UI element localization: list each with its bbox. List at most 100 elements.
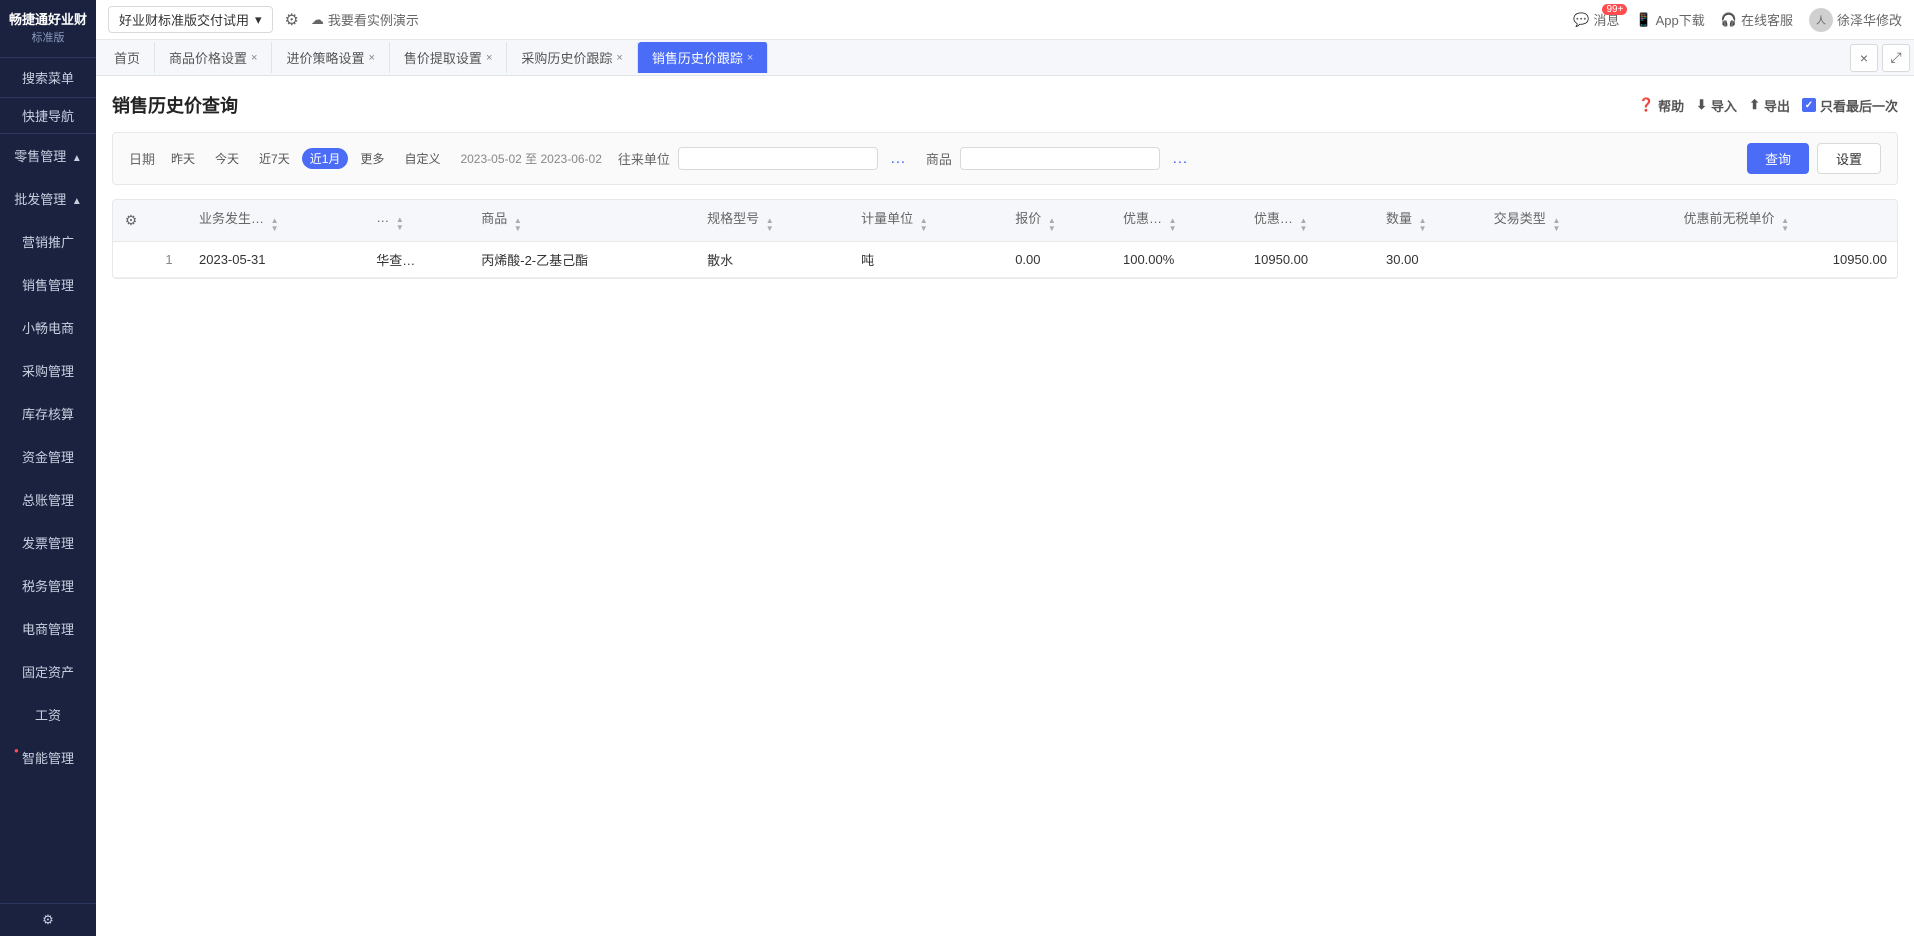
tab-sale-extract-label: 售价提取设置 bbox=[404, 48, 482, 67]
sidebar-search[interactable]: 搜索菜单 bbox=[0, 58, 96, 98]
sidebar-item-finance[interactable]: 资金管理 bbox=[0, 435, 96, 478]
col-product[interactable]: 商品 ▲▼ bbox=[471, 200, 697, 242]
tab-home[interactable]: 首页 bbox=[100, 42, 155, 73]
row-product: 丙烯酸-2-乙基己酯 bbox=[471, 242, 697, 278]
col-trade-type[interactable]: 交易类型 ▲▼ bbox=[1484, 200, 1638, 242]
tab-sale-history-close[interactable]: × bbox=[747, 52, 753, 64]
sidebar-item-label: 零售管理 bbox=[14, 149, 66, 164]
message-button[interactable]: 💬 消息 99+ bbox=[1573, 10, 1619, 29]
user-info[interactable]: 人 徐泽华修改 bbox=[1809, 8, 1902, 32]
date-btn-month1[interactable]: 近1月 bbox=[302, 148, 349, 169]
col-settings: ⚙ bbox=[113, 200, 149, 242]
app-download-label: App下载 bbox=[1656, 10, 1705, 29]
env-dropdown-label: 好业财标准版交付试用 bbox=[119, 10, 249, 29]
sort-icon: ▲▼ bbox=[1169, 217, 1177, 233]
date-btn-more[interactable]: 更多 bbox=[352, 148, 392, 169]
sidebar-item-ecom-small[interactable]: 小畅电商 bbox=[0, 306, 96, 349]
sidebar-item-retail[interactable]: 零售管理 ▲ bbox=[0, 134, 96, 177]
date-btn-week7[interactable]: 近7天 bbox=[251, 148, 298, 169]
filter-right-actions: 查询 设置 bbox=[1747, 143, 1881, 174]
sidebar-quick-nav[interactable]: 快捷导航 bbox=[0, 98, 96, 134]
col-discount2[interactable]: 优惠… ▲▼ bbox=[1244, 200, 1376, 242]
page-title: 销售历史价查询 bbox=[112, 92, 238, 118]
import-button[interactable]: ⬇ 导入 bbox=[1696, 96, 1737, 115]
help-button[interactable]: ❓ 帮助 bbox=[1638, 96, 1684, 115]
row-extra: 华查… bbox=[366, 242, 471, 278]
col-pretax[interactable]: 优惠前无税单价 ▲▼ bbox=[1673, 200, 1897, 242]
topbar-settings-icon[interactable]: ⚙ bbox=[285, 10, 299, 30]
date-btn-custom[interactable]: 自定义 bbox=[396, 148, 448, 169]
sidebar-item-ledger[interactable]: 总账管理 bbox=[0, 478, 96, 521]
env-dropdown[interactable]: 好业财标准版交付试用 ▾ bbox=[108, 6, 273, 33]
tab-purchase-strategy-close[interactable]: × bbox=[368, 52, 374, 64]
tab-sale-extract-close[interactable]: × bbox=[486, 52, 492, 64]
table-body: 1 2023-05-31 华查… 丙烯酸-2-乙基己酯 散水 吨 0.00 10… bbox=[113, 242, 1897, 278]
sidebar: 畅捷通好业财 标准版 搜索菜单 快捷导航 零售管理 ▲ 批发管理 ▲ 营销推广 … bbox=[0, 0, 96, 936]
demo-button[interactable]: ☁ 我要看实例演示 bbox=[311, 10, 419, 29]
sidebar-item-purchase[interactable]: 采购管理 bbox=[0, 349, 96, 392]
col-quantity[interactable]: 数量 ▲▼ bbox=[1376, 200, 1484, 242]
tab-purchase-strategy[interactable]: 进价策略设置 × bbox=[272, 42, 389, 73]
tab-price-close[interactable]: × bbox=[251, 52, 257, 64]
sidebar-item-label: 销售管理 bbox=[22, 278, 74, 293]
query-button[interactable]: 查询 bbox=[1747, 143, 1809, 174]
data-table: ⚙ 业务发生… ▲▼ … ▲▼ 商品 ▲▼ bbox=[113, 200, 1897, 278]
sidebar-item-sales[interactable]: 销售管理 bbox=[0, 263, 96, 306]
sidebar-item-label: 小畅电商 bbox=[22, 321, 74, 336]
tab-price-label: 商品价格设置 bbox=[169, 48, 247, 67]
sidebar-item-invoice[interactable]: 发票管理 bbox=[0, 521, 96, 564]
sidebar-item-fixed[interactable]: 固定资产 bbox=[0, 650, 96, 693]
message-badge: 99+ bbox=[1602, 4, 1627, 15]
col-discount1[interactable]: 优惠… ▲▼ bbox=[1113, 200, 1244, 242]
sidebar-item-label: 工资 bbox=[35, 708, 61, 723]
import-label: 导入 bbox=[1711, 96, 1737, 115]
col-date[interactable]: 业务发生… ▲▼ bbox=[189, 200, 366, 242]
last-only-checkbox[interactable] bbox=[1802, 98, 1816, 112]
product-filter-group: 商品 … bbox=[926, 147, 1192, 170]
date-filter-label: 日期 bbox=[129, 149, 155, 168]
row-num: 1 bbox=[149, 242, 189, 278]
app-download-button[interactable]: 📱 App下载 bbox=[1635, 10, 1704, 29]
sort-icon: ▲▼ bbox=[920, 217, 928, 233]
col-price[interactable]: 报价 ▲▼ bbox=[1005, 200, 1113, 242]
sidebar-item-wholesale[interactable]: 批发管理 ▲ bbox=[0, 177, 96, 220]
sidebar-item-inventory[interactable]: 库存核算 bbox=[0, 392, 96, 435]
sidebar-item-tax[interactable]: 税务管理 bbox=[0, 564, 96, 607]
date-filter-group: 日期 昨天 今天 近7天 近1月 更多 自定义 2023-05-02 至 202… bbox=[129, 148, 602, 169]
product-more-icon[interactable]: … bbox=[1168, 150, 1192, 168]
sidebar-item-marketing[interactable]: 营销推广 bbox=[0, 220, 96, 263]
product-input[interactable] bbox=[960, 147, 1160, 170]
row-pretax: 10950.00 bbox=[1673, 242, 1897, 278]
date-btn-yesterday[interactable]: 昨天 bbox=[163, 148, 203, 169]
date-buttons: 昨天 今天 近7天 近1月 更多 自定义 bbox=[163, 148, 448, 169]
online-service-button[interactable]: 🎧 在线客服 bbox=[1721, 10, 1793, 29]
sidebar-item-salary[interactable]: 工资 bbox=[0, 693, 96, 736]
tab-close-all-button[interactable]: × bbox=[1850, 44, 1878, 72]
sidebar-item-smart[interactable]: 智能管理 bbox=[0, 736, 96, 779]
tab-expand-button[interactable]: ⤢ bbox=[1882, 44, 1910, 72]
sidebar-bottom-settings[interactable]: ⚙ bbox=[0, 903, 96, 936]
tab-sale-extract[interactable]: 售价提取设置 × bbox=[390, 42, 507, 73]
tab-price[interactable]: 商品价格设置 × bbox=[155, 42, 272, 73]
col-spec[interactable]: 规格型号 ▲▼ bbox=[697, 200, 851, 242]
tab-sale-history[interactable]: 销售历史价跟踪 × bbox=[638, 42, 768, 73]
settings-button[interactable]: 设置 bbox=[1817, 143, 1881, 174]
date-range-display: 2023-05-02 至 2023-06-02 bbox=[460, 150, 601, 167]
tab-purchase-history-close[interactable]: × bbox=[616, 52, 622, 64]
row-spec: 散水 bbox=[697, 242, 851, 278]
last-only-toggle[interactable]: 只看最后一次 bbox=[1802, 96, 1898, 115]
sidebar-item-label: 固定资产 bbox=[22, 665, 74, 680]
col-unit[interactable]: 计量单位 ▲▼ bbox=[851, 200, 1005, 242]
export-icon: ⬆ bbox=[1749, 97, 1760, 113]
source-more-icon[interactable]: … bbox=[886, 150, 910, 168]
sidebar-logo: 畅捷通好业财 标准版 bbox=[0, 0, 96, 58]
main-area: 好业财标准版交付试用 ▾ ⚙ ☁ 我要看实例演示 💬 消息 99+ 📱 App下… bbox=[96, 0, 1914, 936]
export-button[interactable]: ⬆ 导出 bbox=[1749, 96, 1790, 115]
sidebar-item-ecom[interactable]: 电商管理 bbox=[0, 607, 96, 650]
source-input[interactable] bbox=[678, 147, 878, 170]
tab-purchase-history[interactable]: 采购历史价跟踪 × bbox=[507, 42, 637, 73]
sort-icon: ▲▼ bbox=[1552, 217, 1560, 233]
col-extra[interactable]: … ▲▼ bbox=[366, 200, 471, 242]
date-btn-today[interactable]: 今天 bbox=[207, 148, 247, 169]
table-gear-icon[interactable]: ⚙ bbox=[125, 212, 138, 228]
